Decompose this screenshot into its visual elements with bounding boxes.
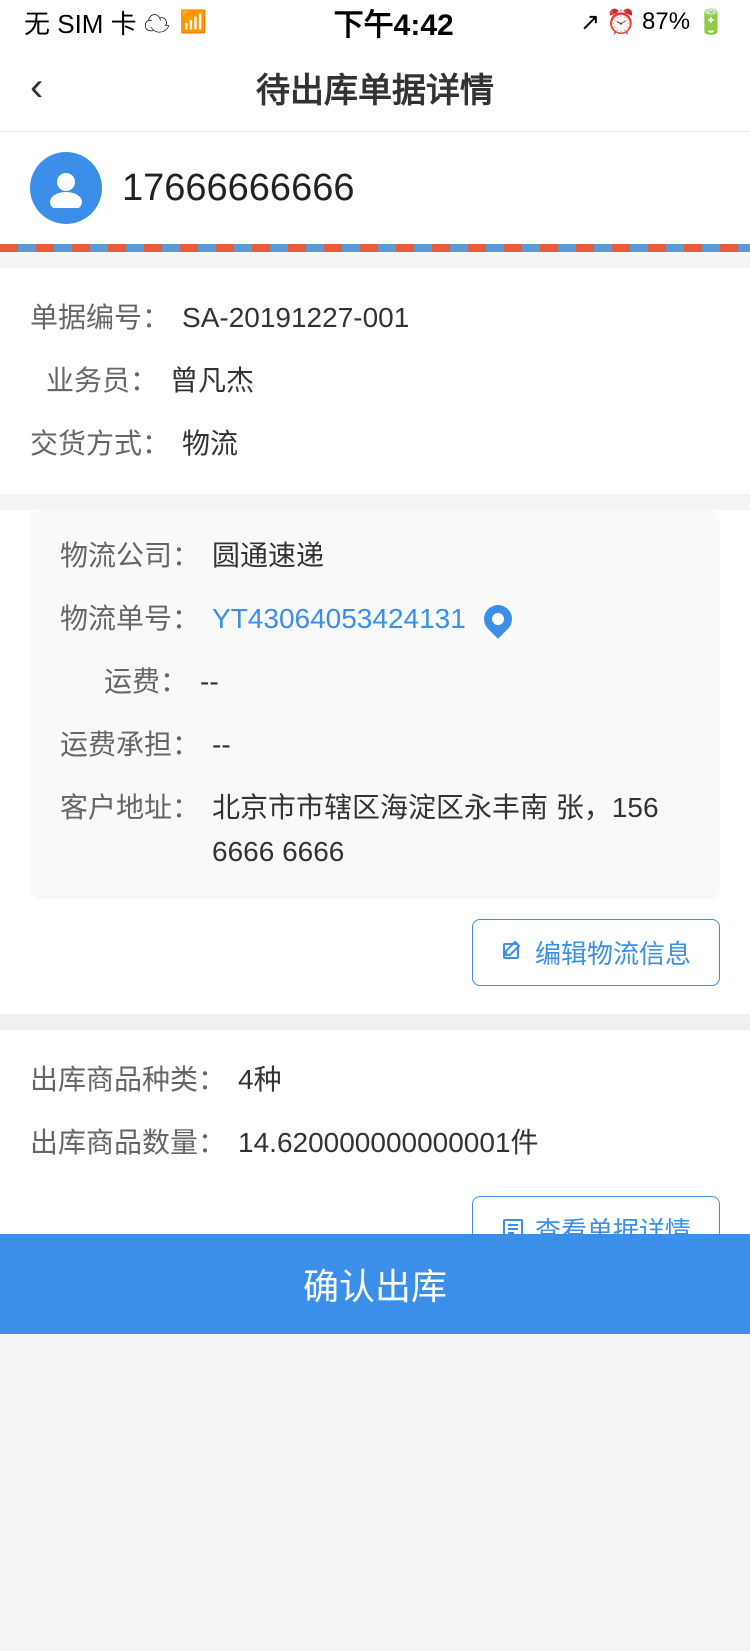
salesman-label: 业务员： bbox=[30, 359, 170, 404]
customer-phone: 17666666666 bbox=[122, 167, 354, 210]
goods-type-value: 4种 bbox=[238, 1058, 720, 1103]
back-button[interactable]: ‹ bbox=[30, 65, 43, 110]
address-row: 客户地址： 北京市市辖区海淀区永丰南 张，156 6666 6666 bbox=[60, 786, 690, 876]
freight-value: -- bbox=[200, 660, 690, 705]
freight-bear-label: 运费承担： bbox=[60, 723, 212, 768]
goods-type-row: 出库商品种类： 4种 bbox=[30, 1058, 720, 1103]
freight-bear-value: -- bbox=[212, 723, 690, 768]
tracking-number-value: YT43064053424131 bbox=[212, 597, 690, 642]
customer-header: 17666666666 bbox=[0, 132, 750, 244]
edit-logistics-button[interactable]: 编辑物流信息 bbox=[472, 919, 720, 986]
salesman-value: 曾凡杰 bbox=[170, 359, 720, 404]
edit-icon bbox=[501, 941, 525, 965]
alarm-icon: ⏰ bbox=[606, 8, 636, 37]
avatar bbox=[30, 152, 102, 224]
freight-row: 运费： -- bbox=[60, 660, 690, 705]
address-value: 北京市市辖区海淀区永丰南 张，156 6666 6666 bbox=[212, 786, 690, 876]
delivery-method-row: 交货方式： 物流 bbox=[30, 422, 720, 467]
goods-qty-row: 出库商品数量： 14.620000000000001件 bbox=[30, 1121, 720, 1166]
wifi-icon: 📶 bbox=[180, 9, 207, 35]
confirm-button-wrap: 确认出库 bbox=[0, 1234, 750, 1334]
order-info-section: 单据编号： SA-20191227-001 业务员： 曾凡杰 交货方式： 物流 bbox=[0, 268, 750, 494]
location-icon[interactable] bbox=[478, 599, 518, 639]
confirm-outbound-button[interactable]: 确认出库 bbox=[0, 1234, 750, 1334]
location-status-icon: ↗ bbox=[580, 8, 600, 37]
salesman-row: 业务员： 曾凡杰 bbox=[30, 359, 720, 404]
delivery-method-value: 物流 bbox=[182, 422, 720, 467]
freight-bear-row: 运费承担： -- bbox=[60, 723, 690, 768]
tracking-number-row: 物流单号： YT43064053424131 bbox=[60, 597, 690, 642]
goods-qty-value: 14.620000000000001件 bbox=[238, 1121, 720, 1166]
goods-qty-label: 出库商品数量： bbox=[30, 1121, 238, 1166]
status-time: 下午4:42 bbox=[334, 0, 454, 44]
dashed-divider bbox=[0, 244, 750, 252]
logistics-section: 物流公司： 圆通速递 物流单号： YT43064053424131 运费： --… bbox=[0, 510, 750, 1014]
page-title: 待出库单据详情 bbox=[256, 63, 494, 112]
logistics-company-value: 圆通速递 bbox=[212, 534, 690, 579]
sim-status: 无 SIM 卡 ☁ bbox=[24, 4, 170, 41]
freight-label: 运费： bbox=[60, 660, 200, 705]
order-number-label: 单据编号： bbox=[30, 296, 182, 341]
order-number-value: SA-20191227-001 bbox=[182, 296, 720, 341]
battery-icon: 🔋 bbox=[696, 8, 726, 37]
tracking-number-label: 物流单号： bbox=[60, 597, 212, 642]
logistics-company-label: 物流公司： bbox=[60, 534, 212, 579]
status-bar: 无 SIM 卡 ☁ 📶 下午4:42 ↗ ⏰ 87% 🔋 bbox=[0, 0, 750, 44]
delivery-method-label: 交货方式： bbox=[30, 422, 182, 467]
goods-type-label: 出库商品种类： bbox=[30, 1058, 238, 1103]
order-number-row: 单据编号： SA-20191227-001 bbox=[30, 296, 720, 341]
address-label: 客户地址： bbox=[60, 786, 212, 831]
battery-level: 87% bbox=[642, 8, 690, 36]
nav-bar: ‹ 待出库单据详情 bbox=[0, 44, 750, 132]
logistics-company-row: 物流公司： 圆通速递 bbox=[60, 534, 690, 579]
gray-divider bbox=[0, 1014, 750, 1030]
